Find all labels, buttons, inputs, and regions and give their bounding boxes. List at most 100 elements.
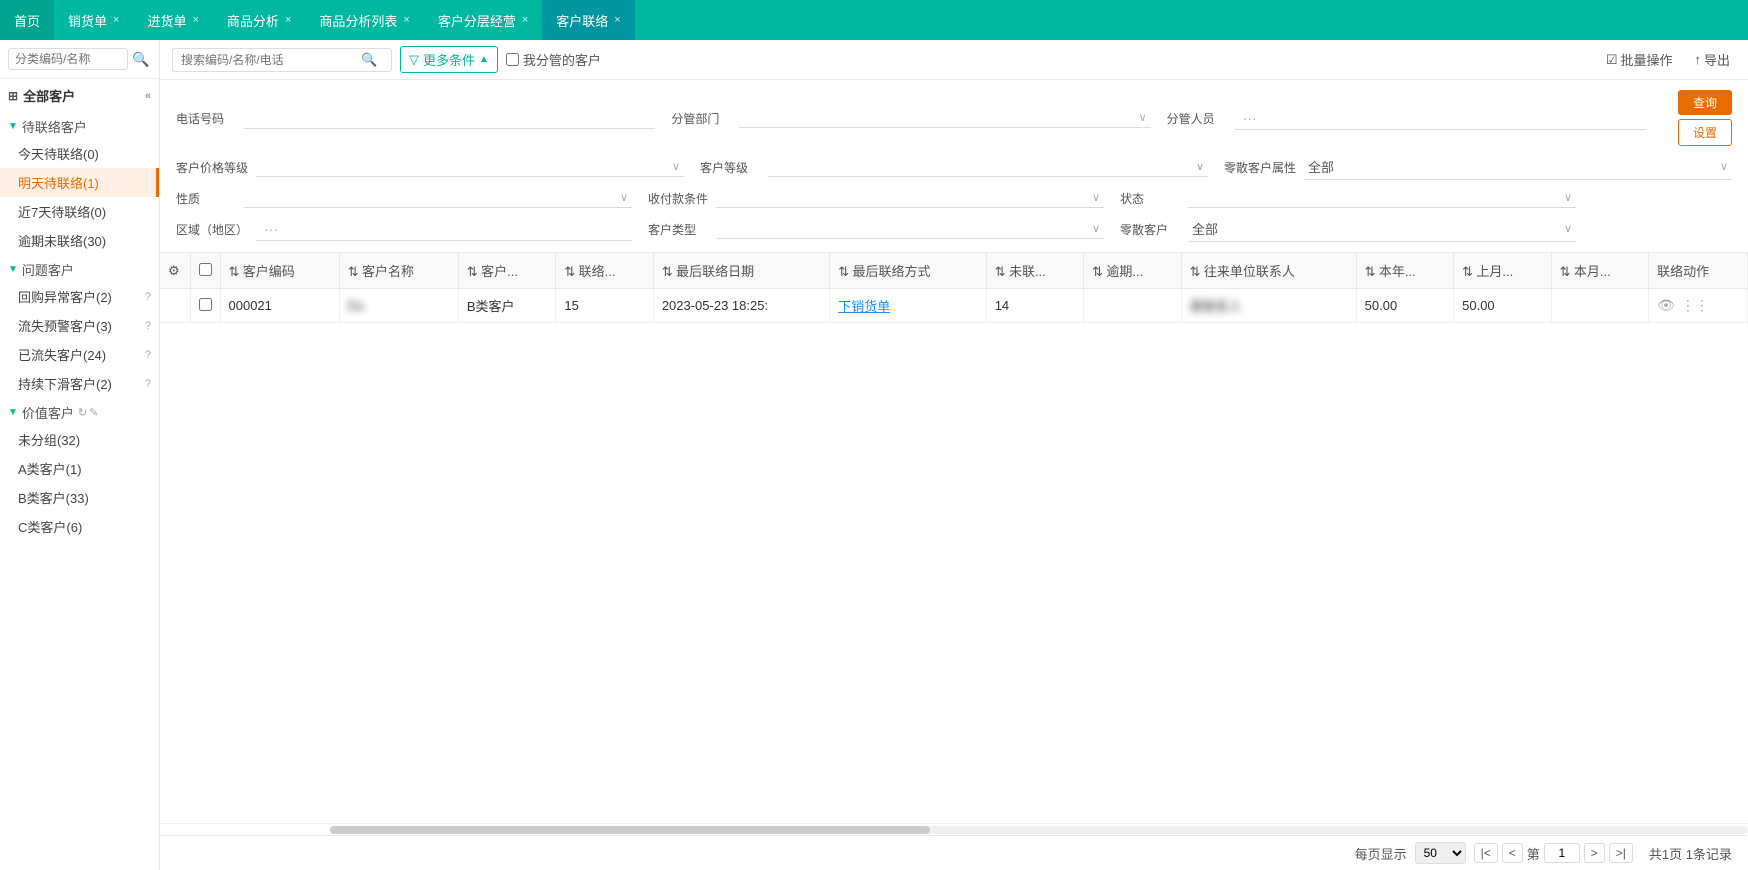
nav-home[interactable]: 首页 xyxy=(0,0,54,40)
nature-select[interactable]: ∨ xyxy=(244,188,632,208)
person-filter-select[interactable]: ··· xyxy=(1235,107,1646,130)
th-this-year[interactable]: ⇅ 本年... xyxy=(1356,253,1453,289)
status-select[interactable]: ∨ xyxy=(1188,188,1576,208)
close-customer-contact[interactable]: × xyxy=(614,14,620,26)
search-button[interactable]: 🔍 xyxy=(361,52,377,68)
sidebar-item-declining[interactable]: 持续下滑客户(2) ? xyxy=(0,369,159,398)
row-checkbox[interactable] xyxy=(199,298,212,311)
region-dots[interactable]: ··· xyxy=(264,221,278,237)
nav-sales-order[interactable]: 销货单 × xyxy=(54,0,133,40)
retail-cust-select[interactable]: 全部 ∨ xyxy=(1188,216,1576,242)
th-contact-sort-icon: ⇅ xyxy=(564,264,575,279)
more-filter-button[interactable]: ▽ 更多条件 ▲ xyxy=(400,46,498,73)
problem-arrow-icon: ▼ xyxy=(8,264,18,275)
td-this-month xyxy=(1551,289,1648,323)
value-refresh-icon[interactable]: ↻ xyxy=(78,406,87,419)
my-customers-checkbox-label[interactable]: 我分管的客户 xyxy=(506,50,601,69)
sidebar-item-tomorrow-contact[interactable]: 明天待联络(1) xyxy=(0,168,159,197)
export-button[interactable]: ↑ 导出 xyxy=(1688,47,1736,72)
page-size-select[interactable]: 50 100 200 xyxy=(1415,842,1466,864)
cust-price-select[interactable]: ∨ xyxy=(256,157,684,177)
nav-customer-tier[interactable]: 客户分层经营 × xyxy=(424,0,542,40)
sidebar-item-class-a[interactable]: A类客户(1) xyxy=(0,454,159,483)
cust-level-filter-field: 客户等级 ∨ xyxy=(700,157,1208,177)
th-overdue[interactable]: ⇅ 逾期... xyxy=(1084,253,1181,289)
retail-attr-select[interactable]: 全部 ∨ xyxy=(1304,154,1732,180)
sidebar-item-unclassified[interactable]: 未分组(32) xyxy=(0,425,159,454)
help-icon-churned[interactable]: ? xyxy=(145,349,151,361)
th-code[interactable]: ⇅ 客户编码 xyxy=(220,253,339,289)
pending-group-label: ▼ 待联络客户 xyxy=(0,112,159,139)
person-filter-field: 分管人员 ··· xyxy=(1167,107,1646,130)
settings-icon[interactable]: ⚙ xyxy=(168,263,180,278)
select-all-checkbox[interactable] xyxy=(199,263,212,276)
close-product-analysis-list[interactable]: × xyxy=(403,14,409,26)
sidebar-item-7day-contact[interactable]: 近7天待联络(0) xyxy=(0,197,159,226)
all-customers-header[interactable]: ⊞ 全部客户 « xyxy=(0,79,159,112)
td-checkbox-cell[interactable] xyxy=(190,289,220,323)
filter-row-3: 性质 ∨ 收付款条件 ∨ 状态 ∨ xyxy=(176,188,1732,208)
more-action-icon[interactable]: ⋮⋮ xyxy=(1681,297,1709,314)
payment-select[interactable]: ∨ xyxy=(716,188,1104,208)
last-page-button[interactable]: >| xyxy=(1609,843,1633,863)
th-this-month[interactable]: ⇅ 本月... xyxy=(1551,253,1648,289)
sidebar-item-overdue-contact[interactable]: 逾期未联络(30) xyxy=(0,226,159,255)
close-product-analysis[interactable]: × xyxy=(285,14,291,26)
cust-type-select[interactable]: ∨ xyxy=(716,219,1104,239)
th-contact-person[interactable]: ⇅ 往来单位联系人 xyxy=(1181,253,1356,289)
scrollbar-thumb[interactable] xyxy=(330,826,930,834)
prev-page-button[interactable]: < xyxy=(1502,843,1523,863)
sidebar-item-churn-warning[interactable]: 流失预警客户(3) ? xyxy=(0,311,159,340)
th-cust-type[interactable]: ⇅ 客户... xyxy=(458,253,555,289)
nav-product-analysis-list[interactable]: 商品分析列表 × xyxy=(305,0,423,40)
help-icon-repurchase[interactable]: ? xyxy=(145,291,151,303)
first-page-button[interactable]: |< xyxy=(1474,843,1498,863)
contact-method-link[interactable]: 下销货单 xyxy=(838,299,890,314)
sidebar-search-input[interactable] xyxy=(8,48,128,70)
batch-operation-button[interactable]: ☑ 批量操作 xyxy=(1600,47,1679,72)
sidebar-item-repurchase-abnormal[interactable]: 回购异常客户(2) ? xyxy=(0,282,159,311)
help-icon-churn[interactable]: ? xyxy=(145,320,151,332)
collapse-icon[interactable]: « xyxy=(145,90,151,102)
th-last-contact-method[interactable]: ⇅ 最后联络方式 xyxy=(830,253,986,289)
sidebar-search-icon[interactable]: 🔍 xyxy=(132,51,149,68)
region-select[interactable]: ··· xyxy=(256,218,632,241)
page-number-input[interactable] xyxy=(1544,843,1580,863)
th-last-contact-date[interactable]: ⇅ 最后联络日期 xyxy=(653,253,829,289)
th-contact-count[interactable]: ⇅ 联络... xyxy=(556,253,653,289)
footer: 每页显示 50 100 200 |< < 第 > >| 共1页 1条记录 xyxy=(160,835,1748,870)
sidebar-item-churned[interactable]: 已流失客户(24) ? xyxy=(0,340,159,369)
th-name[interactable]: ⇅ 客户名称 xyxy=(339,253,458,289)
nature-arrow: ∨ xyxy=(620,191,628,204)
td-last-contact-date: 2023-05-23 18:25: xyxy=(653,289,829,323)
query-button[interactable]: 查询 xyxy=(1678,90,1732,115)
th-no-contact-sort-icon: ⇅ xyxy=(995,264,1006,279)
person-select-dots[interactable]: ··· xyxy=(1243,110,1257,126)
help-icon-declining[interactable]: ? xyxy=(145,378,151,390)
th-no-contact-days[interactable]: ⇅ 未联... xyxy=(986,253,1083,289)
th-checkbox[interactable] xyxy=(190,253,220,289)
th-last-month[interactable]: ⇅ 上月... xyxy=(1454,253,1551,289)
close-purchase-order[interactable]: × xyxy=(192,14,198,26)
next-page-button[interactable]: > xyxy=(1584,843,1605,863)
th-settings[interactable]: ⚙ xyxy=(160,253,190,289)
nav-customer-contact[interactable]: 客户联络 × xyxy=(542,0,634,40)
view-action-icon[interactable]: 👁 xyxy=(1657,297,1675,314)
sidebar: 🔍 ⊞ 全部客户 « ▼ 待联络客户 今天待联络(0) 明天待联络(1) 近7天… xyxy=(0,40,160,870)
nav-product-analysis[interactable]: 商品分析 × xyxy=(213,0,305,40)
nav-purchase-order[interactable]: 进货单 × xyxy=(133,0,212,40)
filter-arrow-icon: ▲ xyxy=(479,54,489,65)
phone-filter-input[interactable] xyxy=(244,108,655,129)
reset-button[interactable]: 设置 xyxy=(1678,119,1732,146)
close-customer-tier[interactable]: × xyxy=(522,14,528,26)
sidebar-item-today-contact[interactable]: 今天待联络(0) xyxy=(0,139,159,168)
cust-level-select[interactable]: ∨ xyxy=(768,157,1208,177)
dept-filter-select[interactable]: ∨ xyxy=(739,108,1150,128)
td-name: Ea xyxy=(339,289,458,323)
my-customers-checkbox[interactable] xyxy=(506,53,519,66)
sidebar-item-class-b[interactable]: B类客户(33) xyxy=(0,483,159,512)
search-input[interactable] xyxy=(181,53,361,67)
value-edit-icon[interactable]: ✎ xyxy=(89,406,98,419)
sidebar-item-class-c[interactable]: C类客户(6) xyxy=(0,512,159,541)
close-sales-order[interactable]: × xyxy=(113,14,119,26)
